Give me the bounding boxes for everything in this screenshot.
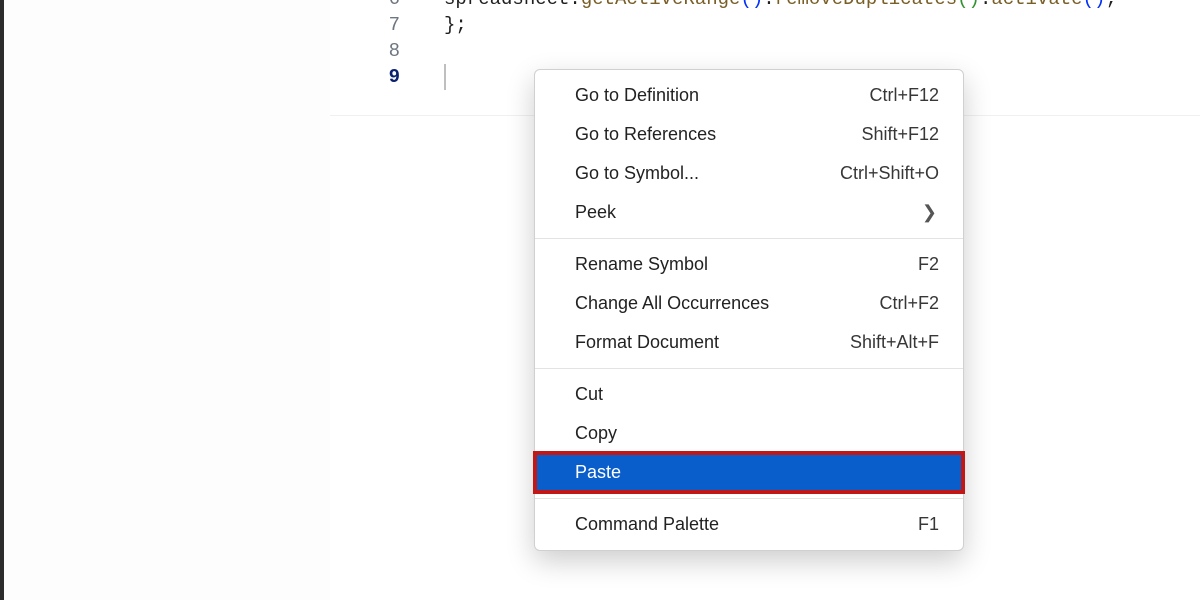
menu-item-command-palette[interactable]: Command Palette F1 [535, 505, 963, 544]
editor-context-menu: Go to Definition Ctrl+F12 Go to Referenc… [534, 69, 964, 551]
menu-item-cut[interactable]: Cut [535, 375, 963, 414]
menu-item-label: Peek [575, 202, 616, 223]
menu-item-label: Cut [575, 384, 603, 405]
menu-item-shortcut: Shift+Alt+F [850, 332, 939, 353]
code-line: spreadsheet.getActiveRange().removeDupli… [444, 0, 1117, 12]
line-number-gutter: 6 7 8 9 [330, 0, 418, 600]
menu-item-shortcut: Ctrl+F12 [869, 85, 939, 106]
menu-item-label: Copy [575, 423, 617, 444]
menu-item-label: Change All Occurrences [575, 293, 769, 314]
menu-item-label: Paste [575, 462, 621, 483]
line-number: 7 [389, 12, 400, 38]
menu-item-format-document[interactable]: Format Document Shift+Alt+F [535, 323, 963, 362]
cursor-line [444, 64, 446, 90]
menu-item-rename-symbol[interactable]: Rename Symbol F2 [535, 245, 963, 284]
menu-item-go-to-symbol[interactable]: Go to Symbol... Ctrl+Shift+O [535, 154, 963, 193]
menu-divider [535, 498, 963, 499]
menu-item-label: Go to Definition [575, 85, 699, 106]
menu-item-shortcut: Ctrl+Shift+O [840, 163, 939, 184]
line-number: 6 [389, 0, 400, 12]
code-line: }; [444, 12, 467, 38]
menu-item-go-to-definition[interactable]: Go to Definition Ctrl+F12 [535, 76, 963, 115]
menu-item-paste[interactable]: Paste [535, 453, 963, 492]
menu-item-peek[interactable]: Peek ❯ [535, 193, 963, 232]
line-number: 8 [389, 38, 400, 64]
window-edge [0, 0, 4, 600]
menu-item-label: Format Document [575, 332, 719, 353]
menu-item-label: Command Palette [575, 514, 719, 535]
chevron-right-icon: ❯ [922, 202, 937, 223]
line-number: 9 [389, 64, 400, 90]
menu-item-shortcut: Shift+F12 [861, 124, 939, 145]
menu-item-label: Rename Symbol [575, 254, 708, 275]
menu-item-shortcut: F1 [918, 514, 939, 535]
menu-item-change-all-occurrences[interactable]: Change All Occurrences Ctrl+F2 [535, 284, 963, 323]
editor-surface: 6 7 8 9 spreadsheet.getActiveRange().rem… [0, 0, 1200, 600]
menu-item-label: Go to Symbol... [575, 163, 699, 184]
menu-item-copy[interactable]: Copy [535, 414, 963, 453]
menu-divider [535, 368, 963, 369]
menu-divider [535, 238, 963, 239]
menu-item-label: Go to References [575, 124, 716, 145]
menu-item-shortcut: F2 [918, 254, 939, 275]
menu-item-shortcut: Ctrl+F2 [879, 293, 939, 314]
menu-item-go-to-references[interactable]: Go to References Shift+F12 [535, 115, 963, 154]
